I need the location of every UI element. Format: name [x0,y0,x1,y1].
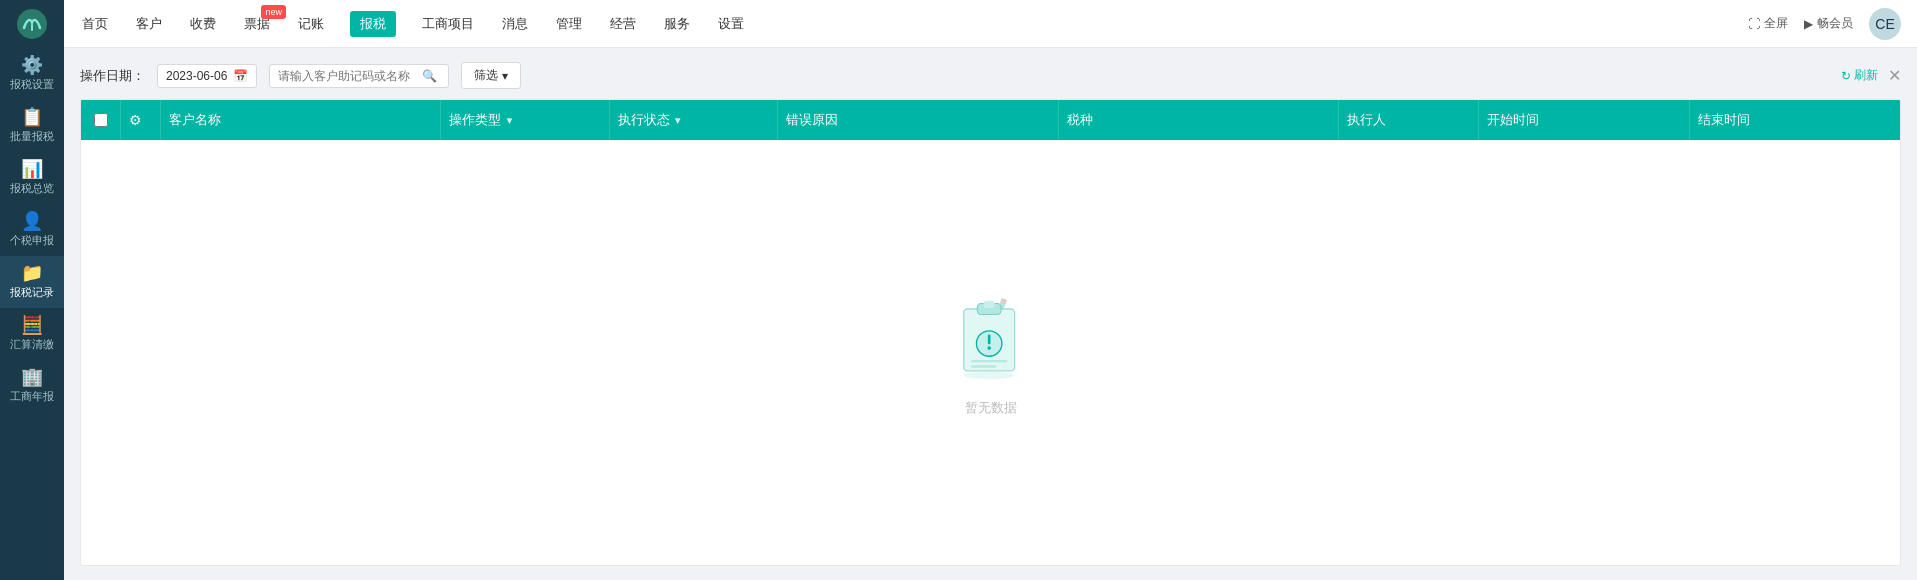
nav-shezhi[interactable]: 设置 [716,11,746,37]
refresh-icon: ↻ [1841,69,1851,83]
th-exec-status[interactable]: 执行状态 ▼ [610,100,778,140]
calc-icon: 🧮 [21,316,43,334]
th-customer-name: 客户名称 [161,100,441,140]
sidebar-item-huisuan-qingsuan[interactable]: 🧮 汇算清缴 [0,308,64,360]
svg-rect-8 [983,300,994,307]
search-box[interactable]: 🔍 [269,64,449,88]
video-icon: ▶ [1804,17,1813,31]
th-end-time: 结束时间 [1690,100,1900,140]
nav-xiaoxi[interactable]: 消息 [500,11,530,37]
member-button[interactable]: ▶ 畅会员 [1804,15,1853,32]
avatar[interactable]: CE [1869,8,1901,40]
close-button[interactable]: ✕ [1888,66,1901,85]
topnav: 首页 客户 收费 票据 new 记账 报税 工商项目 消息 管理 经营 服务 设… [64,0,1917,48]
search-icon: 🔍 [422,69,437,83]
sidebar-logo [0,0,64,48]
sidebar-item-geshuishenbo[interactable]: 👤 个税申报 [0,204,64,256]
sidebar-item-gongshang-nianbao[interactable]: 🏢 工商年报 [0,360,64,412]
sidebar-item-baoshui-shezhi[interactable]: ⚙️ 报税设置 [0,48,64,100]
filter-exec-status-icon: ▼ [673,115,683,126]
empty-text: 暂无数据 [965,399,1017,417]
main-area: 首页 客户 收费 票据 new 记账 报税 工商项目 消息 管理 经营 服务 设… [64,0,1917,580]
page-container: 操作日期： 2023-06-06 📅 🔍 筛选 ▾ ↻ 刷新 [64,48,1917,580]
nav-shoufei[interactable]: 收费 [188,11,218,37]
svg-point-14 [963,371,1014,378]
th-checkbox[interactable] [81,100,121,140]
sidebar: ⚙️ 报税设置 📋 批量报税 📊 报税总览 👤 个税申报 📁 报税记录 🧮 汇算… [0,0,64,580]
settings-icon: ⚙️ [21,56,43,74]
search-input[interactable] [278,69,418,83]
empty-illustration [941,289,1041,389]
settings-col-icon: ⚙ [129,112,142,128]
overview-icon: 📊 [21,160,43,178]
svg-rect-10 [987,334,990,344]
nav-jizhang[interactable]: 记账 [296,11,326,37]
table-body: 暂无数据 [81,140,1900,565]
refresh-button[interactable]: ↻ 刷新 [1841,67,1878,84]
th-executor: 执行人 [1339,100,1479,140]
sidebar-item-piliang-baoshui[interactable]: 📋 批量报税 [0,100,64,152]
sidebar-item-baoshui-jilu[interactable]: 📁 报税记录 [0,256,64,308]
sidebar-item-baoshui-zonlan[interactable]: 📊 报税总览 [0,152,64,204]
table-header: ⚙ 客户名称 操作类型 ▼ 执行状态 ▼ 错误原因 [81,100,1900,140]
record-icon: 📁 [21,264,43,282]
filter-operation-type-icon: ▼ [504,115,514,126]
select-all-checkbox[interactable] [94,113,108,127]
table: ⚙ 客户名称 操作类型 ▼ 执行状态 ▼ 错误原因 [80,99,1901,566]
th-tax-type: 税种 [1059,100,1339,140]
date-label: 操作日期： [80,67,145,85]
nav-gongshang-xiangmu[interactable]: 工商项目 [420,11,476,37]
toolbar: 操作日期： 2023-06-06 📅 🔍 筛选 ▾ ↻ 刷新 [80,62,1901,89]
th-error-reason: 错误原因 [778,100,1058,140]
topnav-right: ⛶ 全屏 ▶ 畅会员 CE [1748,8,1901,40]
nav-customer[interactable]: 客户 [134,11,164,37]
toolbar-right: ↻ 刷新 ✕ [1841,66,1901,85]
chevron-down-icon: ▾ [502,69,508,83]
person-tax-icon: 👤 [21,212,43,230]
batch-tax-icon: 📋 [21,108,43,126]
svg-point-11 [987,346,991,350]
calendar-icon: 📅 [233,69,248,83]
th-operation-type[interactable]: 操作类型 ▼ [441,100,609,140]
content-area: 操作日期： 2023-06-06 📅 🔍 筛选 ▾ ↻ 刷新 [64,48,1917,580]
nav-fuwu[interactable]: 服务 [662,11,692,37]
date-input[interactable]: 2023-06-06 📅 [157,64,257,88]
filter-button[interactable]: 筛选 ▾ [461,62,521,89]
svg-rect-12 [971,359,1007,361]
building-icon: 🏢 [21,368,43,386]
nav-piaoju[interactable]: 票据 new [242,11,272,37]
fullscreen-icon: ⛶ [1748,17,1760,31]
fullscreen-button[interactable]: ⛶ 全屏 [1748,15,1788,32]
new-badge: new [261,5,286,20]
th-start-time: 开始时间 [1479,100,1689,140]
svg-rect-13 [971,365,996,367]
th-settings: ⚙ [121,100,161,140]
empty-state: 暂无数据 [921,269,1061,437]
nav-baoshui[interactable]: 报税 [350,11,396,37]
nav-guanli[interactable]: 管理 [554,11,584,37]
nav-home[interactable]: 首页 [80,11,110,37]
nav-jingying[interactable]: 经营 [608,11,638,37]
